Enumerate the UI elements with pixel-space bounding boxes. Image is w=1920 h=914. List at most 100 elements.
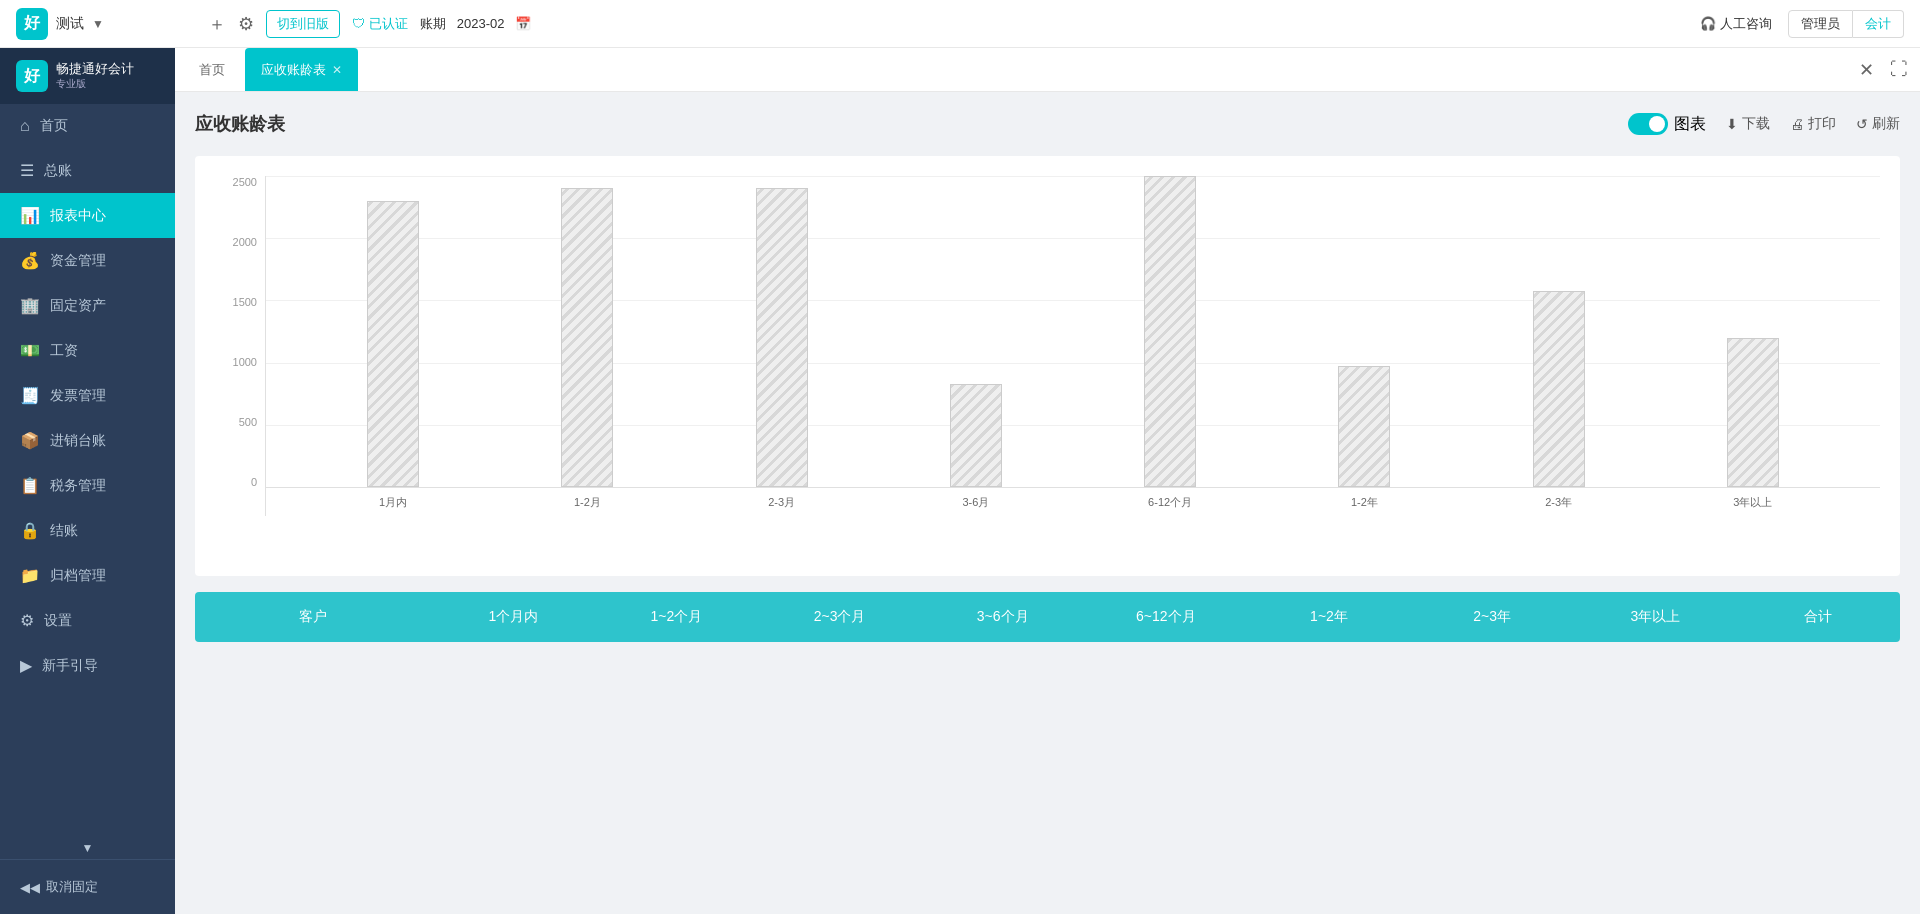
bar xyxy=(561,188,613,487)
company-selector[interactable]: 好 测试 ▼ xyxy=(16,8,196,40)
switch-version-button[interactable]: 切到旧版 xyxy=(266,10,340,38)
settings-icon: ⚙ xyxy=(20,611,34,630)
x-label: 1月内 xyxy=(296,495,490,510)
expand-window-icon[interactable]: ⛶ xyxy=(1886,55,1912,84)
table-container: 客户1个月内1~2个月2~3个月3~6个月6~12个月1~2年2~3年3年以上合… xyxy=(195,592,1900,642)
shield-icon: 🛡 xyxy=(352,16,365,31)
bar-group xyxy=(1462,176,1656,487)
sidebar-bottom: ◀◀ 取消固定 xyxy=(0,859,175,914)
sidebar-logo-icon: 好 xyxy=(16,60,48,92)
content-area: 首页 应收账龄表 ✕ ✕ ⛶ 应收账龄表 图表 xyxy=(175,48,1920,914)
y-label-2500: 2500 xyxy=(215,176,265,188)
sidebar-item-assets[interactable]: 🏢固定资产 xyxy=(0,283,175,328)
toggle-switch[interactable] xyxy=(1628,113,1668,135)
x-label: 2-3月 xyxy=(685,495,879,510)
chart-body: 1月内1-2月2-3月3-6月6-12个月1-2年2-3年3年以上 xyxy=(265,176,1880,516)
add-company-icon[interactable]: ＋ xyxy=(208,12,226,36)
service-button[interactable]: 🎧 人工咨询 xyxy=(1700,15,1772,33)
app-logo-icon: 好 xyxy=(16,8,48,40)
x-label: 3年以上 xyxy=(1656,495,1850,510)
sidebar-item-label: 工资 xyxy=(50,342,78,360)
sidebar-item-label: 首页 xyxy=(40,117,68,135)
x-label: 2-3年 xyxy=(1462,495,1656,510)
payroll-icon: 💵 xyxy=(20,341,40,360)
bars-container xyxy=(266,176,1880,487)
sidebar-item-reports[interactable]: 📊 报表中心 xyxy=(0,193,175,238)
download-icon: ⬇ xyxy=(1726,116,1738,132)
tabs-right: ✕ ⛶ xyxy=(1855,55,1912,85)
table-header-cell: 1~2个月 xyxy=(595,592,758,642)
sidebar-item-label: 资金管理 xyxy=(50,252,106,270)
chart-toggle[interactable]: 图表 xyxy=(1628,113,1706,135)
table-header-cell: 客户 xyxy=(195,592,432,642)
x-label: 1-2月 xyxy=(490,495,684,510)
sidebar-item-ledger[interactable]: ☰ 总账 xyxy=(0,148,175,193)
settings-icon[interactable]: ⚙ xyxy=(238,13,254,35)
print-button[interactable]: 🖨 打印 xyxy=(1790,115,1836,133)
sidebar-item-close[interactable]: 🔒结账 xyxy=(0,508,175,553)
inventory-icon: 📦 xyxy=(20,431,40,450)
table-header-cell: 2~3个月 xyxy=(758,592,921,642)
sidebar-logo-text: 畅捷通好会计 专业版 xyxy=(56,61,134,92)
sidebar-item-inventory[interactable]: 📦进销台账 xyxy=(0,418,175,463)
bar-group xyxy=(879,176,1073,487)
sidebar-item-payroll[interactable]: 💵 工资 xyxy=(0,328,175,373)
bar-group xyxy=(490,176,684,487)
x-axis: 1月内1-2月2-3月3-6月6-12个月1-2年2-3年3年以上 xyxy=(266,488,1880,516)
invoice-icon: 🧾 xyxy=(20,386,40,405)
y-label-1000: 1000 xyxy=(215,356,265,368)
sidebar-item-invoice[interactable]: 🧾发票管理 xyxy=(0,373,175,418)
sidebar-item-label: 新手引导 xyxy=(42,657,98,675)
y-label-2000: 2000 xyxy=(215,236,265,248)
x-label: 6-12个月 xyxy=(1073,495,1267,510)
table-header-cell: 合计 xyxy=(1737,592,1900,642)
calendar-icon[interactable]: 📅 xyxy=(515,16,531,31)
table-header-cell: 1~2年 xyxy=(1247,592,1410,642)
page-header: 应收账龄表 图表 ⬇ 下载 🖨 打印 ↺ xyxy=(195,112,1900,136)
sidebar-item-settings[interactable]: ⚙设置 xyxy=(0,598,175,643)
chart-container: 0 500 1000 1500 2000 2500 xyxy=(195,156,1900,576)
tab-home[interactable]: 首页 xyxy=(183,48,241,91)
role-button[interactable]: 会计 xyxy=(1853,10,1904,38)
refresh-button[interactable]: ↺ 刷新 xyxy=(1856,115,1900,133)
y-label-500: 500 xyxy=(215,416,265,428)
sidebar-logo: 好 畅捷通好会计 专业版 xyxy=(0,48,175,104)
ledger-icon: ☰ xyxy=(20,161,34,180)
bar xyxy=(756,188,808,487)
y-label-0: 0 xyxy=(215,476,265,488)
download-button[interactable]: ⬇ 下载 xyxy=(1726,115,1770,133)
guide-icon: ▶ xyxy=(20,656,32,675)
bar xyxy=(950,384,1002,487)
company-dropdown-icon[interactable]: ▼ xyxy=(92,17,104,31)
sidebar-item-label: 固定资产 xyxy=(50,297,106,315)
sidebar-item-archive[interactable]: 📁归档管理 xyxy=(0,553,175,598)
sidebar-item-label: 报表中心 xyxy=(50,207,106,225)
bar-group xyxy=(1656,176,1850,487)
x-label: 3-6月 xyxy=(879,495,1073,510)
bar xyxy=(1338,366,1390,487)
sidebar-item-tax[interactable]: 📋税务管理 xyxy=(0,463,175,508)
sidebar-item-funds[interactable]: 💰资金管理 xyxy=(0,238,175,283)
bar-chart: 0 500 1000 1500 2000 2500 xyxy=(215,176,1880,516)
sidebar-item-guide[interactable]: ▶ 新手引导 xyxy=(0,643,175,688)
main-layout: 好 畅捷通好会计 专业版 ⌂首页 ☰ 总账 📊 报表中心 💰资金管理🏢固定资产 💵 工资 🧾发票… xyxy=(0,48,1920,914)
page-content: 应收账龄表 图表 ⬇ 下载 🖨 打印 ↺ xyxy=(175,92,1920,914)
sidebar-scroll-down-btn[interactable]: ▼ xyxy=(0,837,175,859)
sidebar-item-home[interactable]: ⌂首页 xyxy=(0,104,175,148)
table-header-cell: 1个月内 xyxy=(432,592,595,642)
user-button[interactable]: 管理员 xyxy=(1788,10,1853,38)
user-role-group: 管理员 会计 xyxy=(1788,10,1904,38)
sidebar-scroll[interactable]: ⌂首页 ☰ 总账 📊 报表中心 💰资金管理🏢固定资产 💵 工资 🧾发票管理📦进销台账📋税务管理🔒… xyxy=(0,104,175,837)
reports-icon: 📊 xyxy=(20,206,40,225)
headset-icon: 🎧 xyxy=(1700,16,1716,31)
top-header: 好 测试 ▼ ＋ ⚙ 切到旧版 🛡 已认证 账期 2023-02 📅 🎧 人工咨… xyxy=(0,0,1920,48)
bar xyxy=(1144,176,1196,487)
tab-close-icon[interactable]: ✕ xyxy=(332,63,342,77)
tab-aging[interactable]: 应收账龄表 ✕ xyxy=(245,48,358,91)
refresh-icon: ↺ xyxy=(1856,116,1868,132)
close-window-icon[interactable]: ✕ xyxy=(1855,55,1878,85)
sidebar-item-label: 总账 xyxy=(44,162,72,180)
unpin-button[interactable]: ◀◀ 取消固定 xyxy=(0,868,175,906)
home-tab-label: 首页 xyxy=(199,61,225,79)
page-title: 应收账龄表 xyxy=(195,112,285,136)
